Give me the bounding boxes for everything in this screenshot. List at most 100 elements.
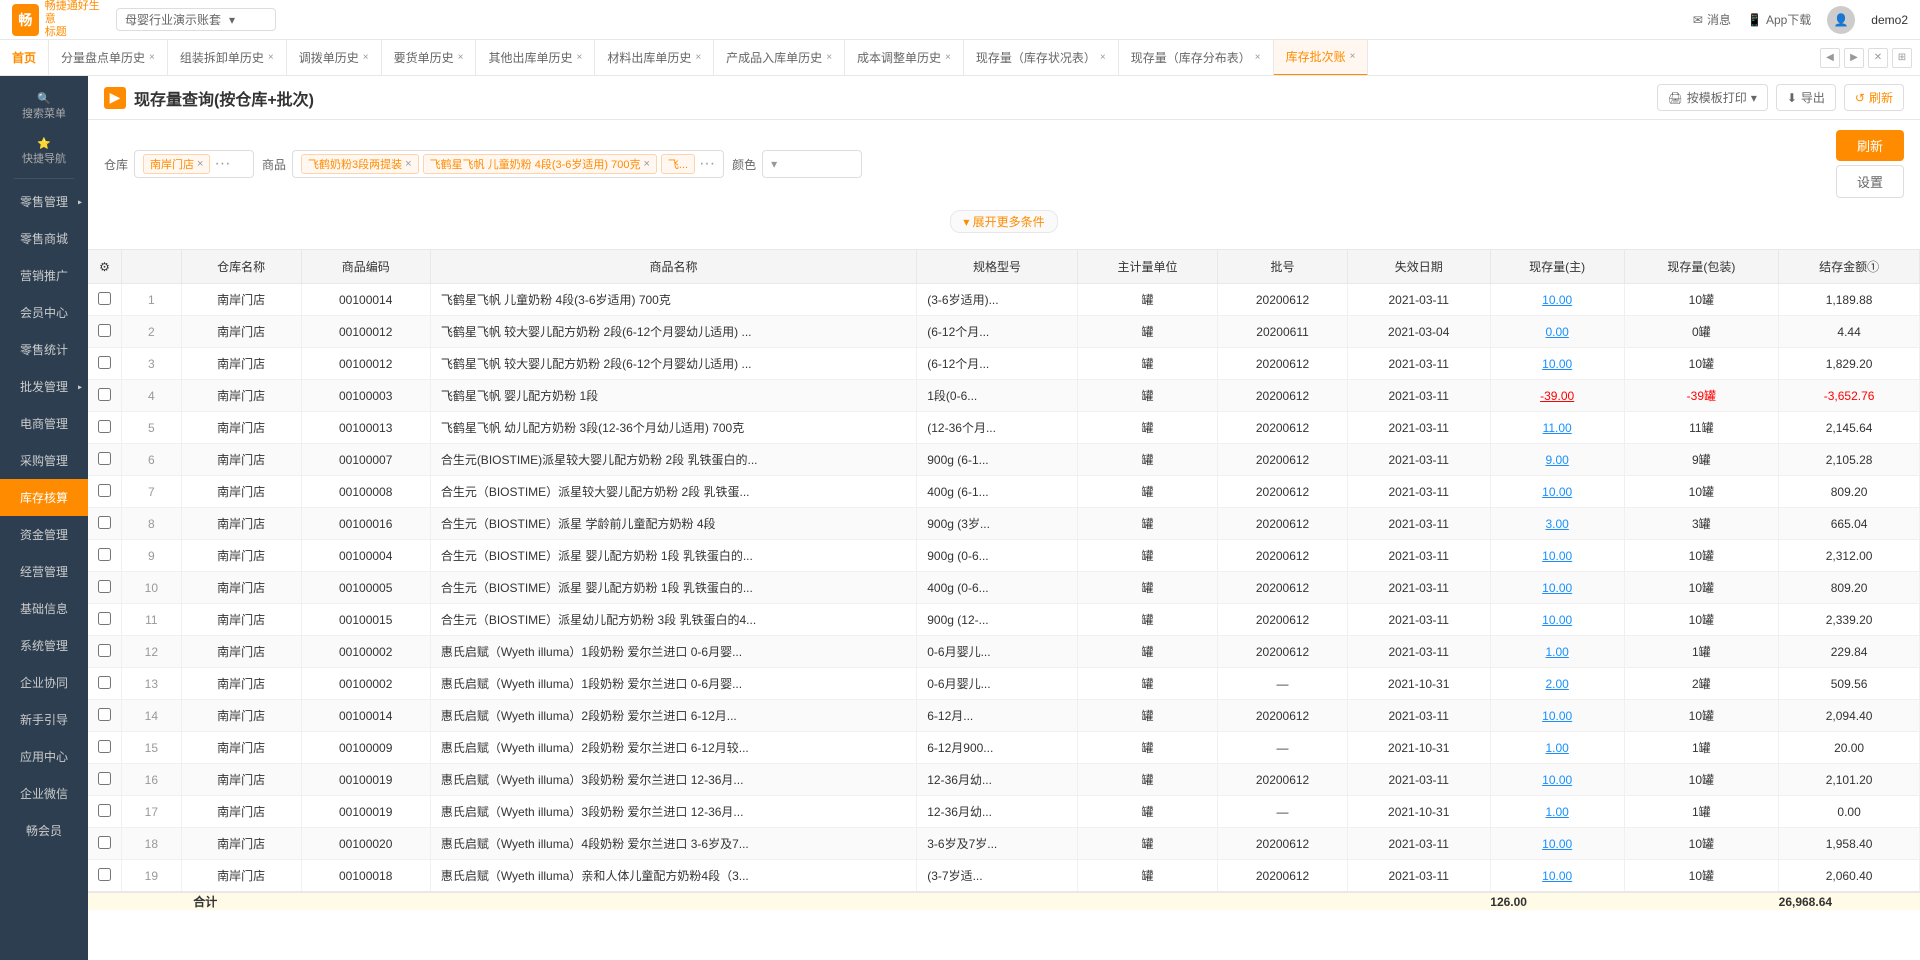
sidebar-item-ops[interactable]: 经营管理 <box>0 553 88 590</box>
row-stock-main[interactable]: 1.00 <box>1490 796 1624 828</box>
row-checkbox-input[interactable] <box>98 804 111 817</box>
row-checkbox[interactable] <box>88 412 122 444</box>
close-icon[interactable]: × <box>1350 51 1356 62</box>
sidebar-item-enterprise-wechat[interactable]: 企业微信 <box>0 775 88 812</box>
sidebar-item-finance[interactable]: 资金管理 <box>0 516 88 553</box>
row-stock-main[interactable]: 10.00 <box>1490 540 1624 572</box>
row-checkbox[interactable] <box>88 636 122 668</box>
app-download-action[interactable]: 📱 App下载 <box>1747 11 1811 28</box>
product-filter-container[interactable]: 飞鹤奶粉3段两提装 × 飞鹤星飞帆 儿童奶粉 4段(3-6岁适用) 700克 ×… <box>292 150 724 178</box>
orange-expand-button[interactable]: ▶ <box>104 87 126 109</box>
row-checkbox-input[interactable] <box>98 612 111 625</box>
message-action[interactable]: ✉ 消息 <box>1693 11 1731 28</box>
sidebar-item-ecommerce[interactable]: 电商管理 <box>0 405 88 442</box>
sidebar-item-retail-store[interactable]: 零售商城 <box>0 220 88 257</box>
row-checkbox-input[interactable] <box>98 868 111 881</box>
tab-stock-status[interactable]: 现存量（库存状况表） × <box>964 40 1119 76</box>
row-stock-main[interactable]: 10.00 <box>1490 604 1624 636</box>
row-stock-main[interactable]: 10.00 <box>1490 476 1624 508</box>
row-checkbox[interactable] <box>88 668 122 700</box>
row-checkbox-input[interactable] <box>98 836 111 849</box>
close-icon[interactable]: × <box>268 52 274 63</box>
sidebar-item-sys-mgmt[interactable]: 系统管理 <box>0 627 88 664</box>
tab-material-out[interactable]: 材料出库单历史 × <box>595 40 714 76</box>
close-icon[interactable]: × <box>149 52 155 63</box>
row-checkbox[interactable] <box>88 316 122 348</box>
row-checkbox[interactable] <box>88 860 122 893</box>
product-tag-more[interactable]: 飞... <box>661 154 695 174</box>
row-checkbox[interactable] <box>88 476 122 508</box>
export-button[interactable]: ⬇ 导出 <box>1776 84 1836 111</box>
warehouse-filter-container[interactable]: 南岸门店 × ··· <box>134 150 254 178</box>
sidebar-item-retail-stats[interactable]: 零售统计 <box>0 331 88 368</box>
tab-request-history[interactable]: 要货单历史 × <box>382 40 477 76</box>
row-stock-main[interactable]: 10.00 <box>1490 828 1624 860</box>
tab-home[interactable]: 首页 <box>0 40 49 76</box>
row-checkbox[interactable] <box>88 572 122 604</box>
row-stock-main[interactable]: 10.00 <box>1490 764 1624 796</box>
close-icon[interactable]: × <box>1255 52 1261 63</box>
tab-mix-history[interactable]: 调拨单历史 × <box>287 40 382 76</box>
row-stock-main[interactable]: 3.00 <box>1490 508 1624 540</box>
color-filter-container[interactable]: ▾ <box>762 150 862 178</box>
row-checkbox[interactable] <box>88 732 122 764</box>
product-tag-1-remove[interactable]: × <box>643 158 649 170</box>
nav-menu-btn[interactable]: ⊞ <box>1892 48 1912 68</box>
expand-conditions-btn[interactable]: ▾ 展开更多条件 <box>950 210 1057 233</box>
close-icon[interactable]: × <box>1100 52 1106 63</box>
refresh-button[interactable]: ↺ 刷新 <box>1844 84 1904 111</box>
close-icon[interactable]: × <box>576 52 582 63</box>
tab-disassemble-history[interactable]: 组装拆卸单历史 × <box>168 40 287 76</box>
row-checkbox-input[interactable] <box>98 772 111 785</box>
tab-stock-dist[interactable]: 现存量（库存分布表） × <box>1119 40 1274 76</box>
sidebar-item-new-guide[interactable]: 新手引导 <box>0 701 88 738</box>
row-stock-main[interactable]: 10.00 <box>1490 348 1624 380</box>
row-checkbox-input[interactable] <box>98 420 111 433</box>
row-checkbox-input[interactable] <box>98 452 111 465</box>
settings-icon[interactable]: ⚙ <box>99 260 110 274</box>
row-checkbox[interactable] <box>88 348 122 380</box>
row-checkbox-input[interactable] <box>98 388 111 401</box>
product-more-btn[interactable]: ··· <box>699 155 715 173</box>
row-stock-main[interactable]: 2.00 <box>1490 668 1624 700</box>
row-checkbox[interactable] <box>88 380 122 412</box>
warehouse-more-btn[interactable]: ··· <box>214 155 230 173</box>
breadcrumb-select[interactable]: 母婴行业演示账套 ▾ <box>116 8 276 31</box>
sidebar-search[interactable]: 🔍 搜索菜单 <box>0 84 88 129</box>
row-checkbox[interactable] <box>88 508 122 540</box>
row-checkbox-input[interactable] <box>98 644 111 657</box>
product-tag-1[interactable]: 飞鹤星飞帆 儿童奶粉 4段(3-6岁适用) 700克 × <box>423 154 657 174</box>
row-stock-main[interactable]: 11.00 <box>1490 412 1624 444</box>
row-checkbox[interactable] <box>88 796 122 828</box>
row-stock-main[interactable]: 10.00 <box>1490 860 1624 893</box>
row-checkbox[interactable] <box>88 764 122 796</box>
sidebar-item-member-card[interactable]: 畅会员 <box>0 812 88 849</box>
sidebar-item-member-center[interactable]: 会员中心 <box>0 294 88 331</box>
close-icon[interactable]: × <box>363 52 369 63</box>
close-icon[interactable]: × <box>695 52 701 63</box>
row-stock-main[interactable]: 1.00 <box>1490 732 1624 764</box>
close-icon[interactable]: × <box>826 52 832 63</box>
product-tag-0[interactable]: 飞鹤奶粉3段两提装 × <box>301 154 419 174</box>
tab-batch-account[interactable]: 库存批次账 × <box>1274 40 1369 76</box>
row-checkbox-input[interactable] <box>98 740 111 753</box>
settings-button[interactable]: 设置 <box>1836 165 1904 198</box>
row-stock-main[interactable]: 10.00 <box>1490 284 1624 316</box>
row-checkbox[interactable] <box>88 284 122 316</box>
sidebar-item-retail-mgmt[interactable]: 零售管理 ▸ <box>0 183 88 220</box>
row-checkbox[interactable] <box>88 604 122 636</box>
row-stock-main[interactable]: -39.00 <box>1490 380 1624 412</box>
tab-score-history[interactable]: 分量盘点单历史 × <box>49 40 168 76</box>
close-icon[interactable]: × <box>458 52 464 63</box>
row-checkbox-input[interactable] <box>98 548 111 561</box>
sidebar-item-basic-info[interactable]: 基础信息 <box>0 590 88 627</box>
row-checkbox-input[interactable] <box>98 484 111 497</box>
sidebar-quick-nav[interactable]: ⭐ 快捷导航 <box>0 129 88 174</box>
row-checkbox-input[interactable] <box>98 708 111 721</box>
close-icon[interactable]: × <box>945 52 951 63</box>
row-stock-main[interactable]: 9.00 <box>1490 444 1624 476</box>
row-checkbox-input[interactable] <box>98 676 111 689</box>
row-stock-main[interactable]: 10.00 <box>1490 572 1624 604</box>
row-checkbox[interactable] <box>88 540 122 572</box>
tab-cost-adjust[interactable]: 成本调整单历史 × <box>845 40 964 76</box>
